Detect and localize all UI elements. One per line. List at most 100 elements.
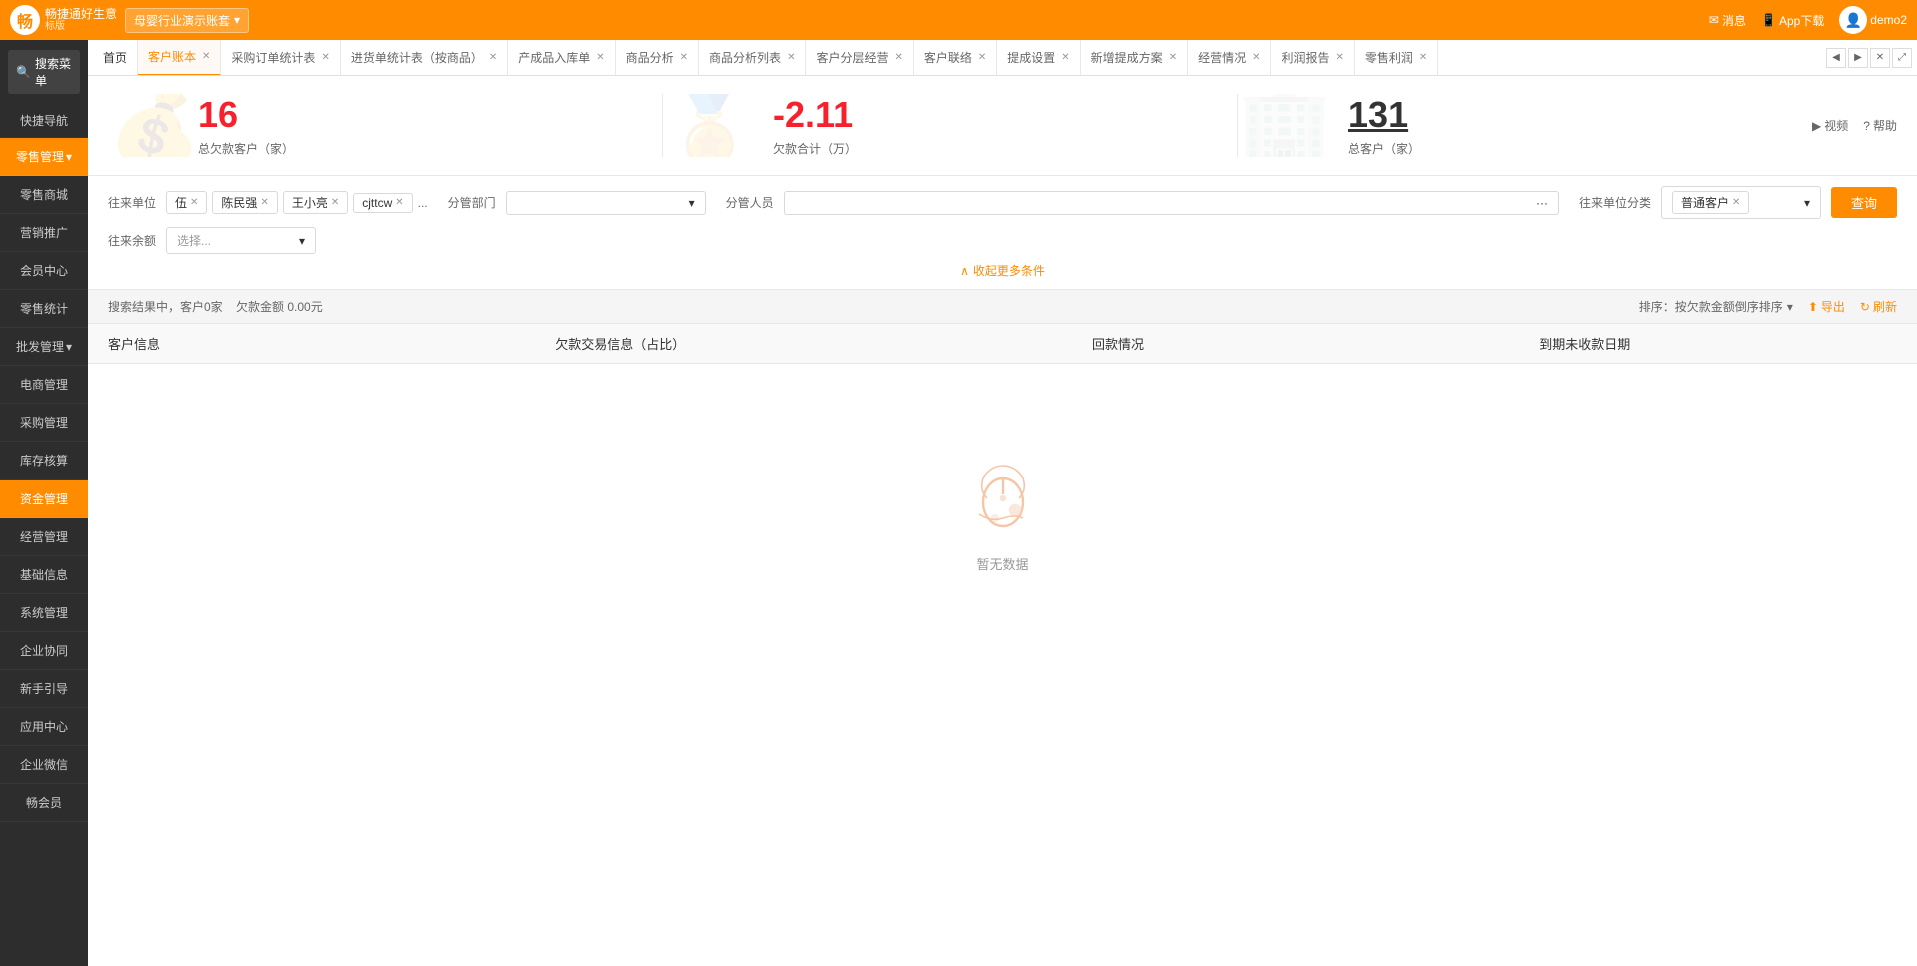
chevron-down-icon: ▾ xyxy=(1787,300,1793,314)
export-icon: ⬆ xyxy=(1808,300,1818,314)
stat-bg-building-icon: 🏢 xyxy=(1238,94,1331,157)
tab-close-purchase-stats[interactable]: ✕ xyxy=(489,52,497,63)
tab-prev-arrow[interactable]: ◀ xyxy=(1826,48,1846,68)
sidebar-item-enterprise-wechat[interactable]: 企业微信 xyxy=(0,746,88,784)
balance-filter-label: 往来余额 xyxy=(108,232,156,249)
sort-button[interactable]: 排序：按欠款金额倒序排序 ▾ xyxy=(1639,298,1793,315)
tab-close-customer-ledger[interactable]: ✕ xyxy=(202,51,210,62)
tab-business-status[interactable]: 经营情况 ✕ xyxy=(1188,40,1271,76)
tag-wu[interactable]: 伍 ✕ xyxy=(166,191,207,214)
tab-close-product-list[interactable]: ✕ xyxy=(787,52,795,63)
chevron-down-icon: ▾ xyxy=(1804,196,1810,210)
tab-purchase-order-stats[interactable]: 采购订单统计表 ✕ xyxy=(221,40,340,76)
sidebar-item-marketing[interactable]: 营销推广 xyxy=(0,214,88,252)
dept-select[interactable]: ▾ xyxy=(506,191,706,215)
sidebar-item-basic-info[interactable]: 基础信息 xyxy=(0,556,88,594)
tag-close-cjttcw[interactable]: ✕ xyxy=(395,197,403,208)
unit-type-tag[interactable]: 普通客户 ✕ xyxy=(1672,191,1749,214)
sidebar-item-quick-nav[interactable]: 快捷导航 xyxy=(0,104,88,138)
workspace-selector[interactable]: 母婴行业演示账套 ▾ xyxy=(125,8,249,33)
message-button[interactable]: ✉ 消息 xyxy=(1709,12,1746,29)
tab-close-product-analysis[interactable]: ✕ xyxy=(680,52,688,63)
tab-finished-goods[interactable]: 产成品入库单 ✕ xyxy=(508,40,615,76)
sidebar-item-newbie[interactable]: 新手引导 xyxy=(0,670,88,708)
tab-nav-arrows: ◀ ▶ ✕ ⤢ xyxy=(1826,48,1912,68)
more-tags-button[interactable]: ... xyxy=(418,196,428,210)
tab-purchase-stats-by-product[interactable]: 进货单统计表（按商品） ✕ xyxy=(341,40,508,76)
unit-type-label: 往来单位分类 xyxy=(1579,194,1651,211)
collapse-row: ∧ 收起更多条件 xyxy=(108,262,1897,279)
logo-area: 畅 畅捷通好生意 标版 xyxy=(10,5,117,35)
sidebar-item-system[interactable]: 系统管理 xyxy=(0,594,88,632)
app-download-button[interactable]: 📱 App下载 xyxy=(1761,12,1824,29)
summary-bar: 搜索结果中，客户0家 欠款金额 0.00元 排序：按欠款金额倒序排序 ▾ ⬆ 导… xyxy=(88,290,1917,324)
tab-new-commission[interactable]: 新增提成方案 ✕ xyxy=(1081,40,1188,76)
tag-chen[interactable]: 陈民强 ✕ xyxy=(212,191,277,214)
unit-type-select[interactable]: 普通客户 ✕ ▾ xyxy=(1661,186,1821,219)
tab-close-all[interactable]: ✕ xyxy=(1870,48,1890,68)
tab-customer-tier[interactable]: 客户分层经营 ✕ xyxy=(806,40,913,76)
tag-wang[interactable]: 王小亮 ✕ xyxy=(283,191,348,214)
table-header: 客户信息 欠款交易信息（占比） 回款情况 到期未收款日期 xyxy=(88,324,1917,364)
chevron-down-icon: ▾ xyxy=(689,196,695,210)
refresh-icon: ↻ xyxy=(1860,300,1870,314)
tab-close-commission-settings[interactable]: ✕ xyxy=(1061,52,1069,63)
tab-product-analysis-list[interactable]: 商品分析列表 ✕ xyxy=(699,40,806,76)
tab-close-customer-tier[interactable]: ✕ xyxy=(894,52,902,63)
sidebar-item-operations[interactable]: 经营管理 xyxy=(0,518,88,556)
tag-close-chen[interactable]: ✕ xyxy=(260,197,268,208)
chevron-down-icon: ▾ xyxy=(66,150,72,164)
tab-expand[interactable]: ⤢ xyxy=(1892,48,1912,68)
sidebar-item-wholesale[interactable]: 批发管理 ▾ xyxy=(0,328,88,366)
tab-next-arrow[interactable]: ▶ xyxy=(1848,48,1868,68)
search-menu-button[interactable]: 🔍 搜索菜单 xyxy=(8,50,80,94)
tab-commission-settings[interactable]: 提成设置 ✕ xyxy=(997,40,1080,76)
tab-close-new-commission[interactable]: ✕ xyxy=(1169,52,1177,63)
more-person-icon: ··· xyxy=(1536,196,1548,210)
tab-retail-profit[interactable]: 零售利润 ✕ xyxy=(1355,40,1438,76)
sidebar-item-inventory[interactable]: 库存核算 xyxy=(0,442,88,480)
sidebar-item-member-center[interactable]: 会员中心 xyxy=(0,252,88,290)
sidebar-item-ecommerce[interactable]: 电商管理 xyxy=(0,366,88,404)
tab-close-customer-contact[interactable]: ✕ xyxy=(978,52,986,63)
sidebar-item-retail-stats[interactable]: 零售统计 xyxy=(0,290,88,328)
sidebar-item-app-center[interactable]: 应用中心 xyxy=(0,708,88,746)
tab-close-purchase-order-stats[interactable]: ✕ xyxy=(321,52,329,63)
tag-close-wang[interactable]: ✕ xyxy=(331,197,339,208)
tab-close-business-status[interactable]: ✕ xyxy=(1252,52,1260,63)
unit-filter-tags: 伍 ✕ 陈民强 ✕ 王小亮 ✕ cjttcw ✕ xyxy=(166,191,428,214)
col-header-debt: 欠款交易信息（占比） xyxy=(555,334,1092,353)
sidebar-item-procurement[interactable]: 采购管理 xyxy=(0,404,88,442)
sidebar-item-finance[interactable]: 资金管理 xyxy=(0,480,88,518)
summary-result: 搜索结果中，客户0家 欠款金额 0.00元 xyxy=(108,298,323,315)
tag-close-unit-type[interactable]: ✕ xyxy=(1732,197,1740,208)
collapse-button[interactable]: ∧ 收起更多条件 xyxy=(960,262,1045,279)
export-button[interactable]: ⬆ 导出 xyxy=(1808,298,1845,315)
tag-cjttcw[interactable]: cjttcw ✕ xyxy=(353,193,412,213)
tab-close-profit-report[interactable]: ✕ xyxy=(1336,52,1344,63)
col-header-customer: 客户信息 xyxy=(108,334,555,353)
balance-select[interactable]: 选择... ▾ xyxy=(166,227,316,254)
tab-customer-contact[interactable]: 客户联络 ✕ xyxy=(914,40,997,76)
query-button[interactable]: 查询 xyxy=(1831,187,1897,218)
tab-home[interactable]: 首页 xyxy=(93,40,138,76)
tab-close-finished-goods[interactable]: ✕ xyxy=(596,52,604,63)
tab-product-analysis[interactable]: 商品分析 ✕ xyxy=(616,40,699,76)
stat-bg-coin-icon: 💰 xyxy=(108,94,201,157)
tab-close-retail-profit[interactable]: ✕ xyxy=(1419,52,1427,63)
tab-profit-report[interactable]: 利润报告 ✕ xyxy=(1271,40,1354,76)
refresh-button[interactable]: ↻ 刷新 xyxy=(1860,298,1897,315)
sidebar-item-chang-member[interactable]: 畅会员 xyxy=(0,784,88,822)
top-bar: 畅 畅捷通好生意 标版 母婴行业演示账套 ▾ ✉ 消息 📱 App下载 xyxy=(0,0,1917,40)
sidebar-item-retail[interactable]: 零售管理 ▾ xyxy=(0,138,88,176)
sidebar-item-enterprise-collab[interactable]: 企业协同 xyxy=(0,632,88,670)
person-select[interactable]: ··· xyxy=(784,191,1559,215)
tab-customer-ledger[interactable]: 客户账本 ✕ xyxy=(138,40,221,76)
tab-bar: 首页 客户账本 ✕ 采购订单统计表 ✕ 进货单统计表（按商品） ✕ 产成品入库单… xyxy=(88,40,1917,76)
video-button[interactable]: ▶ 视频 xyxy=(1812,117,1848,134)
tag-close-wu[interactable]: ✕ xyxy=(190,197,198,208)
help-button[interactable]: ? 帮助 xyxy=(1863,117,1897,134)
video-icon: ▶ xyxy=(1812,119,1821,133)
user-menu[interactable]: 👤 demo2 xyxy=(1839,6,1907,34)
sidebar-item-retail-mall[interactable]: 零售商城 xyxy=(0,176,88,214)
